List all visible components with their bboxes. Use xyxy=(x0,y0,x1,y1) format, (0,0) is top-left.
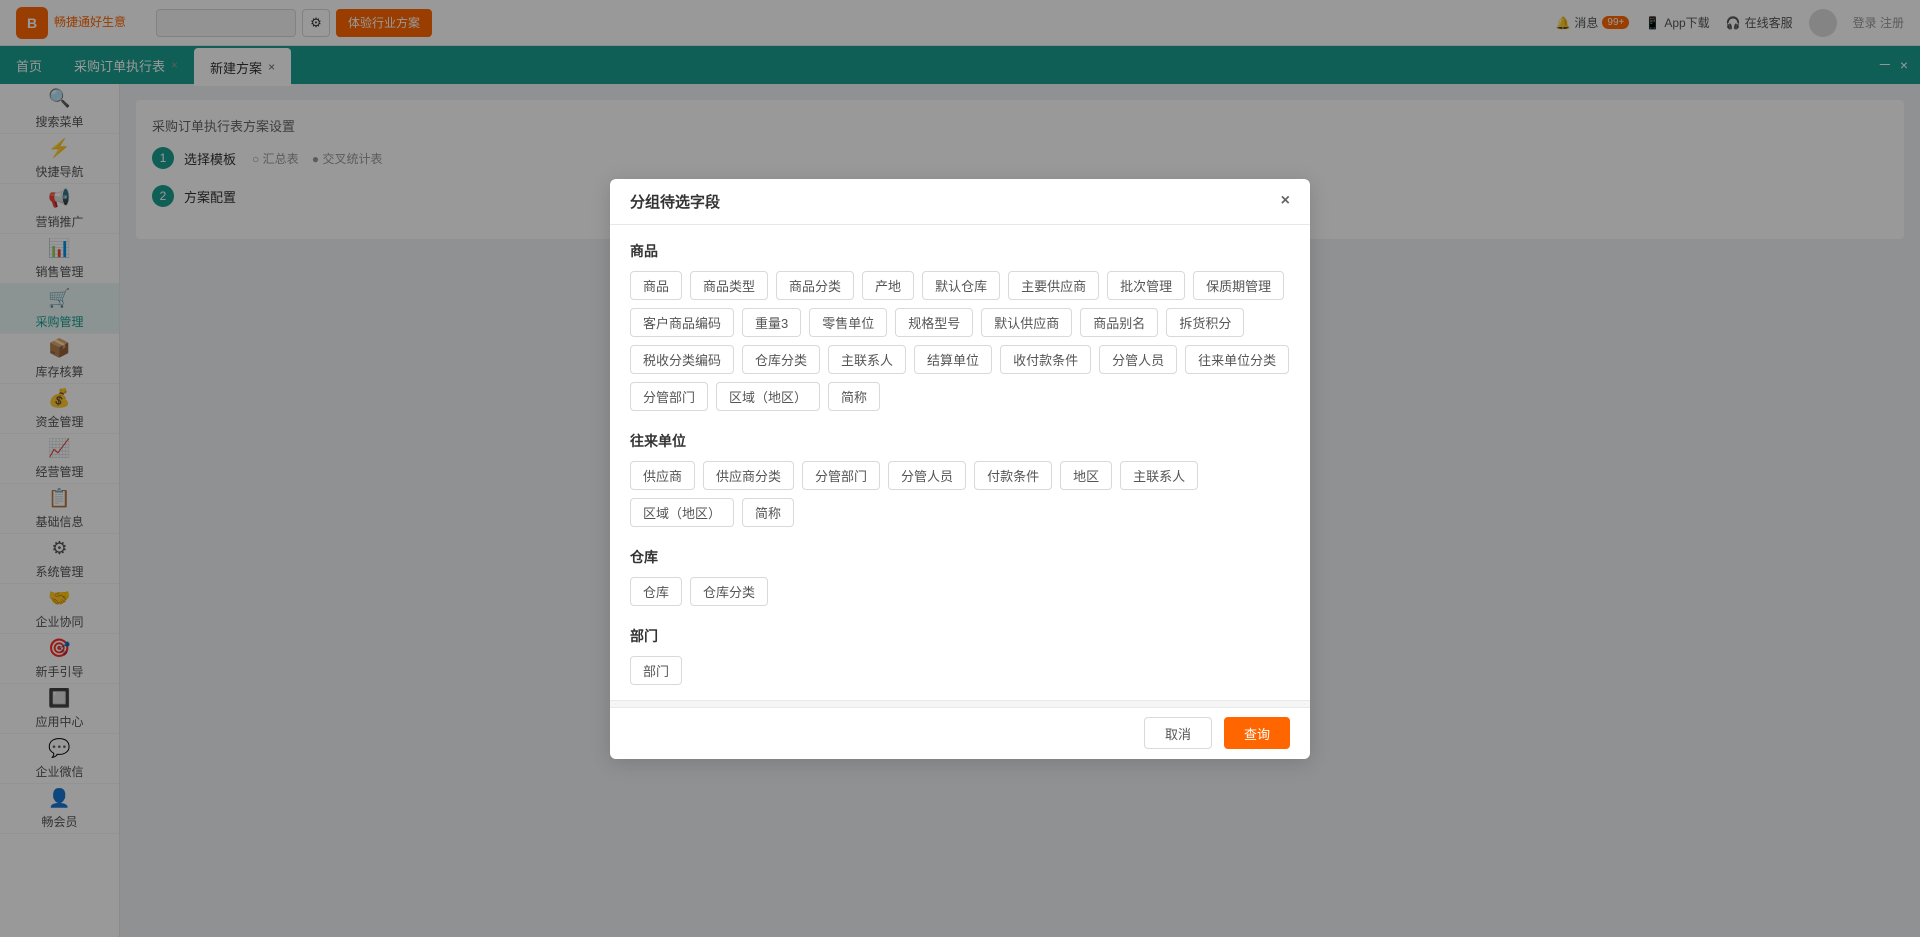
field-points[interactable]: 拆货积分 xyxy=(1166,308,1244,337)
dialog-footer: 取消 查询 xyxy=(610,707,1310,759)
dialog-title: 分组待选字段 xyxy=(630,191,720,212)
field-area[interactable]: 地区 xyxy=(1060,461,1112,490)
dialog-close-button[interactable]: × xyxy=(1281,192,1290,210)
field-abbr[interactable]: 简称 xyxy=(828,382,880,411)
field-batch-mgmt[interactable]: 批次管理 xyxy=(1107,271,1185,300)
field-person-in-charge[interactable]: 分管人员 xyxy=(1099,345,1177,374)
field-partner-abbr[interactable]: 简称 xyxy=(742,498,794,527)
cancel-button[interactable]: 取消 xyxy=(1144,717,1212,749)
field-default-warehouse[interactable]: 默认仓库 xyxy=(922,271,1000,300)
field-region[interactable]: 区域（地区） xyxy=(716,382,820,411)
section-dept: 部门 部门 xyxy=(630,626,1290,685)
section-partner-fields: 供应商 供应商分类 分管部门 分管人员 付款条件 地区 主联系人 区域（地区） … xyxy=(630,461,1290,527)
field-warehouse-cat[interactable]: 仓库分类 xyxy=(690,577,768,606)
field-main-supplier[interactable]: 主要供应商 xyxy=(1008,271,1099,300)
field-settlement-unit[interactable]: 结算单位 xyxy=(914,345,992,374)
section-warehouse-title: 仓库 xyxy=(630,547,1290,567)
field-payment-terms[interactable]: 收付款条件 xyxy=(1000,345,1091,374)
field-default-supplier[interactable]: 默认供应商 xyxy=(981,308,1072,337)
field-retail-unit[interactable]: 零售单位 xyxy=(809,308,887,337)
field-tax-code[interactable]: 税收分类编码 xyxy=(630,345,734,374)
field-dept[interactable]: 分管部门 xyxy=(630,382,708,411)
dialog: 分组待选字段 × 商品 商品 商品类型 商品分类 产地 默认仓库 主要供应商 批… xyxy=(610,179,1310,759)
field-warehouse-category[interactable]: 仓库分类 xyxy=(742,345,820,374)
field-product-type[interactable]: 商品类型 xyxy=(690,271,768,300)
section-warehouse-fields: 仓库 仓库分类 xyxy=(630,577,1290,606)
hscroll-bar[interactable] xyxy=(610,697,1310,707)
field-partner-person[interactable]: 分管人员 xyxy=(888,461,966,490)
field-product-category[interactable]: 商品分类 xyxy=(776,271,854,300)
field-department[interactable]: 部门 xyxy=(630,656,682,685)
section-warehouse: 仓库 仓库 仓库分类 xyxy=(630,547,1290,606)
field-warehouse[interactable]: 仓库 xyxy=(630,577,682,606)
field-partner-dept[interactable]: 分管部门 xyxy=(802,461,880,490)
dialog-hscroll xyxy=(610,700,1310,707)
section-dept-title: 部门 xyxy=(630,626,1290,646)
section-product-fields: 商品 商品类型 商品分类 产地 默认仓库 主要供应商 批次管理 保质期管理 客户… xyxy=(630,271,1290,411)
field-main-contact[interactable]: 主联系人 xyxy=(828,345,906,374)
field-spec-model[interactable]: 规格型号 xyxy=(895,308,973,337)
field-weight3[interactable]: 重量3 xyxy=(742,308,801,337)
dialog-overlay: 分组待选字段 × 商品 商品 商品类型 商品分类 产地 默认仓库 主要供应商 批… xyxy=(0,0,1920,937)
field-partner-contact[interactable]: 主联系人 xyxy=(1120,461,1198,490)
field-product-alias[interactable]: 商品别名 xyxy=(1080,308,1158,337)
section-dept-fields: 部门 xyxy=(630,656,1290,685)
field-partner-category[interactable]: 往来单位分类 xyxy=(1185,345,1289,374)
field-product[interactable]: 商品 xyxy=(630,271,682,300)
section-partner-title: 往来单位 xyxy=(630,431,1290,451)
field-supplier[interactable]: 供应商 xyxy=(630,461,695,490)
field-payment-condition[interactable]: 付款条件 xyxy=(974,461,1052,490)
section-product: 商品 商品 商品类型 商品分类 产地 默认仓库 主要供应商 批次管理 保质期管理… xyxy=(630,241,1290,411)
field-supplier-category[interactable]: 供应商分类 xyxy=(703,461,794,490)
field-partner-region[interactable]: 区域（地区） xyxy=(630,498,734,527)
dialog-body: 商品 商品 商品类型 商品分类 产地 默认仓库 主要供应商 批次管理 保质期管理… xyxy=(610,225,1310,700)
field-shelf-life[interactable]: 保质期管理 xyxy=(1193,271,1284,300)
dialog-header: 分组待选字段 × xyxy=(610,179,1310,225)
field-customer-code[interactable]: 客户商品编码 xyxy=(630,308,734,337)
section-partner: 往来单位 供应商 供应商分类 分管部门 分管人员 付款条件 地区 主联系人 区域… xyxy=(630,431,1290,527)
confirm-button[interactable]: 查询 xyxy=(1224,717,1290,749)
field-origin[interactable]: 产地 xyxy=(862,271,914,300)
section-product-title: 商品 xyxy=(630,241,1290,261)
